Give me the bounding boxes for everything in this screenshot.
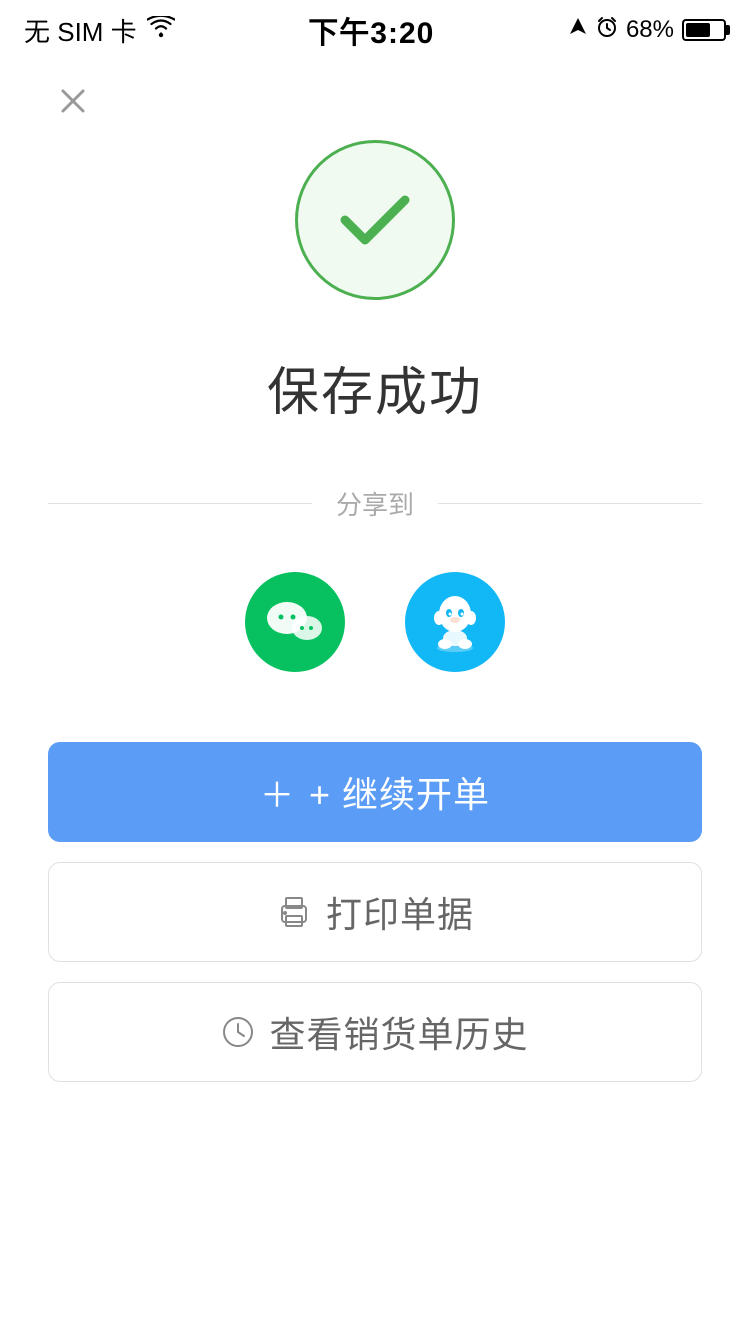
qq-icon <box>427 592 483 652</box>
qq-share-button[interactable] <box>405 572 505 672</box>
share-icons-row <box>245 572 505 672</box>
status-left: 无 SIM 卡 <box>24 12 175 49</box>
action-buttons: ＋ + 继续开单 打印单据 查看销货单历 <box>0 742 750 1082</box>
history-button-label: 查看销货单历史 <box>269 1006 528 1058</box>
battery-icon <box>682 19 726 41</box>
wechat-icon <box>265 596 325 648</box>
divider-left <box>48 503 312 504</box>
print-icon <box>276 895 312 929</box>
continue-button[interactable]: ＋ + 继续开单 <box>48 742 702 842</box>
success-title: 保存成功 <box>267 350 483 425</box>
battery-percentage: 68% <box>626 16 674 44</box>
continue-button-label: + 继续开单 <box>309 766 490 818</box>
success-circle <box>295 140 455 300</box>
wifi-icon <box>147 16 175 45</box>
print-button-label: 打印单据 <box>326 886 474 938</box>
status-bar: 无 SIM 卡 下午3:20 68% <box>0 0 750 60</box>
close-button[interactable] <box>48 76 98 126</box>
checkmark-icon <box>330 175 420 265</box>
history-button[interactable]: 查看销货单历史 <box>48 982 702 1082</box>
carrier-label: 无 SIM 卡 <box>24 12 137 49</box>
plus-icon: ＋ <box>260 768 295 817</box>
clock-icon <box>221 1015 255 1049</box>
close-icon <box>57 85 89 117</box>
share-label: 分享到 <box>312 485 438 522</box>
divider-right <box>438 503 702 504</box>
print-button[interactable]: 打印单据 <box>48 862 702 962</box>
location-icon <box>568 16 588 45</box>
status-right: 68% <box>568 16 726 45</box>
share-divider: 分享到 <box>0 485 750 522</box>
time-display: 下午3:20 <box>308 8 434 52</box>
alarm-icon <box>596 16 618 45</box>
wechat-share-button[interactable] <box>245 572 345 672</box>
main-content: 保存成功 分享到 <box>0 60 750 1082</box>
